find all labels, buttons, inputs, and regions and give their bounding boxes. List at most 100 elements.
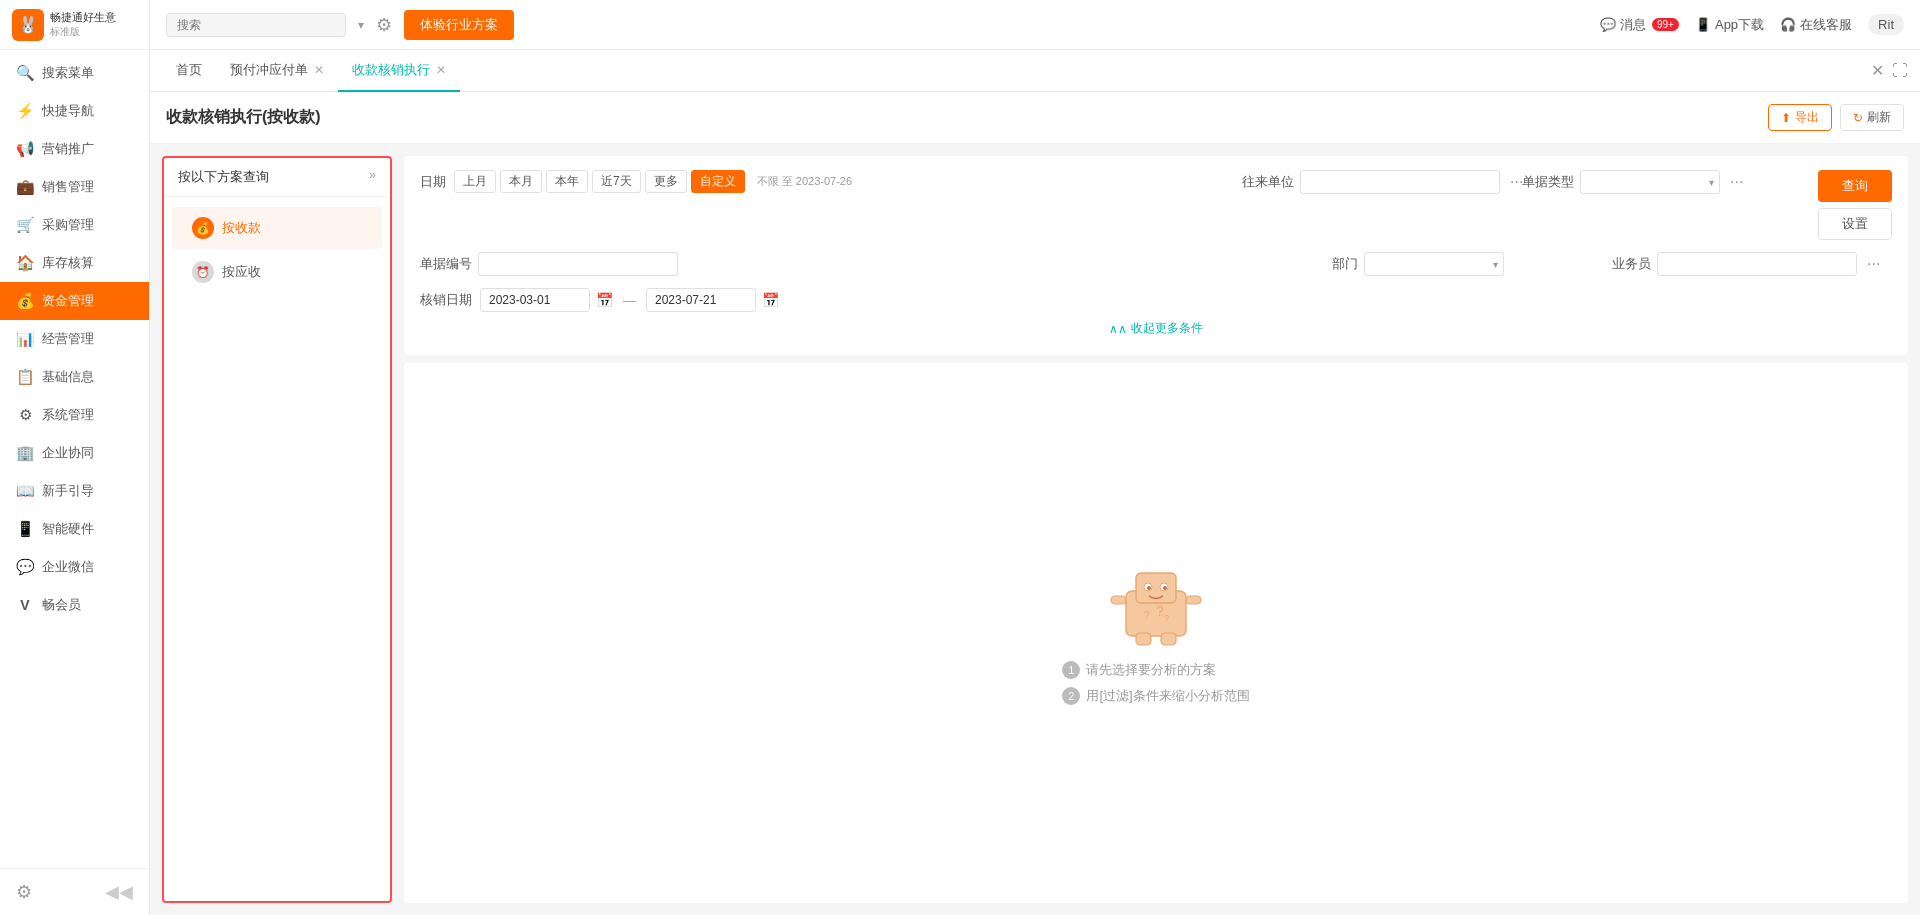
date-btn-last-month[interactable]: 上月 xyxy=(454,170,496,193)
collapse-sidebar-icon[interactable]: ◀◀ xyxy=(105,881,133,903)
sidebar-item-sales[interactable]: 💼 销售管理 xyxy=(0,168,149,206)
tip-text-2: 用[过滤]条件来缩小分析范围 xyxy=(1086,687,1249,705)
sidebar-item-quick-nav[interactable]: ⚡ 快捷导航 xyxy=(0,92,149,130)
bill-no-input[interactable] xyxy=(478,252,678,276)
sidebar-item-wechat[interactable]: 💬 企业微信 xyxy=(0,548,149,586)
sidebar-item-enterprise[interactable]: 🏢 企业协同 xyxy=(0,434,149,472)
filter-item-by-receivable[interactable]: ⏰ 按应收 xyxy=(172,251,382,293)
tab-prepay-label: 预付冲应付单 xyxy=(230,61,308,79)
partner-label: 往来单位 xyxy=(1242,173,1294,191)
date-btn-custom[interactable]: 自定义 xyxy=(691,170,745,193)
partner-input[interactable] xyxy=(1300,170,1500,194)
bill-no-field: 单据编号 xyxy=(420,252,1332,276)
refresh-button[interactable]: ↻ 刷新 xyxy=(1840,104,1904,131)
messages-label: 消息 xyxy=(1620,16,1646,34)
sidebar-item-finance[interactable]: 💰 资金管理 xyxy=(0,282,149,320)
action-buttons: 查询 设置 xyxy=(1818,170,1892,240)
date-btn-this-month[interactable]: 本月 xyxy=(500,170,542,193)
sidebar-item-system[interactable]: ⚙ 系统管理 xyxy=(0,396,149,434)
svg-rect-8 xyxy=(1136,633,1151,645)
app-download-item[interactable]: 📱 App下载 xyxy=(1695,16,1764,34)
tab-current[interactable]: 收款核销执行 ✕ xyxy=(338,50,460,92)
system-icon: ⚙ xyxy=(16,406,34,424)
staff-field: 业务员 ··· xyxy=(1612,252,1892,276)
sidebar-item-hardware[interactable]: 📱 智能硬件 xyxy=(0,510,149,548)
empty-tip-1: 1 请先选择要分析的方案 xyxy=(1062,661,1249,679)
date-btn-this-year[interactable]: 本年 xyxy=(546,170,588,193)
verify-start-date[interactable]: 2023-03-01 xyxy=(480,288,590,312)
sidebar-item-label: 销售管理 xyxy=(42,178,94,196)
bill-type-ellipsis-button[interactable]: ··· xyxy=(1726,173,1747,191)
quick-nav-icon: ⚡ xyxy=(16,102,34,120)
sidebar-item-search[interactable]: 🔍 搜索菜单 xyxy=(0,54,149,92)
svg-point-5 xyxy=(1163,586,1167,590)
sidebar-item-basic-info[interactable]: 📋 基础信息 xyxy=(0,358,149,396)
messages-item[interactable]: 💬 消息 99+ xyxy=(1600,16,1679,34)
tab-home[interactable]: 首页 xyxy=(162,50,216,92)
sidebar-item-marketing[interactable]: 📢 营销推广 xyxy=(0,130,149,168)
export-button[interactable]: ⬆ 导出 xyxy=(1768,104,1832,131)
calendar-end-icon[interactable]: 📅 xyxy=(762,292,779,308)
basic-info-icon: 📋 xyxy=(16,368,34,386)
tabbar-actions: ✕ ⛶ xyxy=(1871,61,1908,80)
sidebar-item-inventory[interactable]: 🏠 库存核算 xyxy=(0,244,149,282)
filter-collapse-button[interactable]: » xyxy=(369,168,376,182)
sidebar-item-label: 快捷导航 xyxy=(42,102,94,120)
sidebar-item-label: 基础信息 xyxy=(42,368,94,386)
tab-fullscreen-button[interactable]: ⛶ xyxy=(1892,62,1908,80)
empty-illustration: ? ? ? xyxy=(1106,561,1206,651)
filter-items-list: 💰 按收款 ⏰ 按应收 xyxy=(164,197,390,303)
dept-field: 部门 xyxy=(1332,252,1612,276)
settings-button[interactable]: 设置 xyxy=(1818,208,1892,240)
verify-end-date[interactable]: 2023-07-21 xyxy=(646,288,756,312)
sidebar-item-vip[interactable]: V 畅会员 xyxy=(0,586,149,624)
finance-icon: 💰 xyxy=(16,292,34,310)
sidebar-item-management[interactable]: 📊 经营管理 xyxy=(0,320,149,358)
dropdown-icon[interactable]: ▾ xyxy=(358,18,364,32)
staff-label: 业务员 xyxy=(1612,255,1651,273)
filter-item-by-receipt[interactable]: 💰 按收款 xyxy=(172,207,382,249)
user-name[interactable]: Rit xyxy=(1868,14,1904,35)
marketing-icon: 📢 xyxy=(16,140,34,158)
sales-icon: 💼 xyxy=(16,178,34,196)
collapse-row[interactable]: ∧∧ 收起更多条件 xyxy=(420,312,1892,341)
tab-close-button[interactable]: ✕ xyxy=(1871,61,1884,80)
settings-icon[interactable]: ⚙ xyxy=(376,14,392,36)
search-input[interactable] xyxy=(166,13,346,37)
online-service-label: 在线客服 xyxy=(1800,16,1852,34)
enterprise-icon: 🏢 xyxy=(16,444,34,462)
tab-prepay[interactable]: 预付冲应付单 ✕ xyxy=(216,50,338,92)
tab-prepay-close[interactable]: ✕ xyxy=(314,63,324,77)
sidebar-footer: ⚙ ◀◀ xyxy=(0,868,149,915)
svg-text:?: ? xyxy=(1164,613,1169,623)
bill-type-select[interactable] xyxy=(1580,170,1720,194)
staff-ellipsis-button[interactable]: ··· xyxy=(1863,255,1884,273)
query-button[interactable]: 查询 xyxy=(1818,170,1892,202)
sidebar-item-label: 企业微信 xyxy=(42,558,94,576)
filter-item-label: 按收款 xyxy=(222,219,261,237)
page-header: 收款核销执行(按收款) ⬆ 导出 ↻ 刷新 xyxy=(150,92,1920,144)
dept-select-wrapper xyxy=(1364,252,1504,276)
date-btn-7days[interactable]: 近7天 xyxy=(592,170,641,193)
settings-icon[interactable]: ⚙ xyxy=(16,881,32,903)
sidebar-item-guide[interactable]: 📖 新手引导 xyxy=(0,472,149,510)
verify-date-range: 2023-03-01 📅 — 2023-07-21 📅 xyxy=(480,288,779,312)
empty-tips: 1 请先选择要分析的方案 2 用[过滤]条件来缩小分析范围 xyxy=(1062,661,1249,705)
empty-tip-2: 2 用[过滤]条件来缩小分析范围 xyxy=(1062,687,1249,705)
online-service-item[interactable]: 🎧 在线客服 xyxy=(1780,16,1852,34)
bill-no-label: 单据编号 xyxy=(420,255,472,273)
svg-point-4 xyxy=(1147,586,1151,590)
filter-header-label: 按以下方案查询 xyxy=(178,169,269,184)
sidebar-item-label: 企业协同 xyxy=(42,444,94,462)
inventory-icon: 🏠 xyxy=(16,254,34,272)
date-separator: — xyxy=(619,293,640,308)
sidebar-item-label: 资金管理 xyxy=(42,292,94,310)
tab-current-close[interactable]: ✕ xyxy=(436,63,446,77)
staff-input[interactable] xyxy=(1657,252,1857,276)
verify-date-label: 核销日期 xyxy=(420,291,472,309)
sidebar-item-purchase[interactable]: 🛒 采购管理 xyxy=(0,206,149,244)
dept-select[interactable] xyxy=(1364,252,1504,276)
date-btn-more[interactable]: 更多 xyxy=(645,170,687,193)
industry-solution-button[interactable]: 体验行业方案 xyxy=(404,10,514,40)
calendar-start-icon[interactable]: 📅 xyxy=(596,292,613,308)
